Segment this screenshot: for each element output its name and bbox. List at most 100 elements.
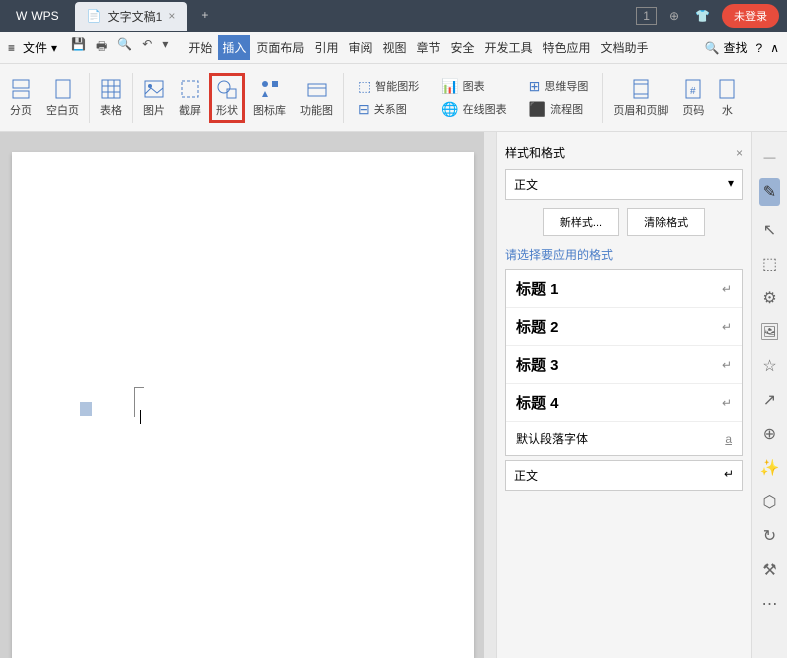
help-icon[interactable]: ? — [756, 41, 763, 55]
select-icon[interactable]: ⬚ — [762, 254, 777, 274]
search-icon: 🔍 — [705, 41, 720, 55]
clear-format-button[interactable]: 清除格式 — [627, 208, 705, 236]
app-logo: W WPS — [8, 9, 67, 23]
image-icon — [143, 78, 165, 100]
relation-icon: ⊟ — [358, 101, 370, 118]
shape-button[interactable]: 形状 — [209, 73, 245, 123]
right-sidebar: — ✎ ↖ ⬚ ⚙ 🖼 ☆ ↗ ⊕ ✨ ⬡ ↻ ⚒ ⋯ — [751, 132, 787, 658]
save-icon[interactable]: 💾 — [69, 35, 88, 60]
style-item-heading4[interactable]: 标题 4 ↵ — [506, 384, 742, 422]
style-marker-icon: ↵ — [722, 282, 732, 296]
chevron-down-icon: ▾ — [728, 176, 734, 190]
app-name: WPS — [31, 9, 58, 23]
tab-helper[interactable]: 文档助手 — [597, 35, 653, 60]
watermark-button[interactable]: 水 — [712, 74, 742, 122]
tab-review[interactable]: 审阅 — [344, 35, 376, 60]
smartgraphic-button[interactable]: ⬚智能图形 — [354, 76, 423, 97]
tools-icon[interactable]: ⚒ — [762, 560, 776, 580]
onlinechart-button[interactable]: 🌐在线图表 — [437, 99, 510, 120]
redo-icon[interactable]: ▾ — [160, 35, 170, 60]
chart-button[interactable]: 📊图表 — [437, 76, 488, 97]
pagenum-icon: # — [682, 78, 704, 100]
iconlib-button[interactable]: 图标库 — [247, 74, 292, 122]
star-icon[interactable]: ☆ — [762, 356, 776, 376]
style-item-default-font[interactable]: 默认段落字体 a — [506, 422, 742, 455]
table-button[interactable]: 表格 — [94, 74, 128, 122]
style-select[interactable]: 正文 ▾ — [505, 169, 743, 200]
share-icon[interactable]: ↗ — [763, 390, 776, 410]
group-smart: ⬚智能图形 ⊟关系图 — [348, 72, 429, 124]
vertical-scrollbar[interactable] — [484, 132, 496, 658]
panel-close-icon[interactable]: × — [736, 146, 743, 160]
tab-layout[interactable]: 页面布局 — [252, 35, 308, 60]
style-marker-icon: ↵ — [724, 467, 734, 484]
flowchart-button[interactable]: ⬛流程图 — [525, 99, 587, 120]
style-marker-icon: ↵ — [722, 396, 732, 410]
pagebreak-button[interactable]: 分页 — [4, 74, 38, 122]
cloud-icon[interactable]: ⊕ — [665, 5, 683, 27]
style-list: 标题 1 ↵ 标题 2 ↵ 标题 3 ↵ 标题 4 ↵ 默认段落字体 a — [505, 269, 743, 456]
settings-icon[interactable]: ⚙ — [762, 288, 776, 308]
style-item-heading2[interactable]: 标题 2 ↵ — [506, 308, 742, 346]
screenshot-button[interactable]: 截屏 — [173, 74, 207, 122]
relation-button[interactable]: ⊟关系图 — [354, 99, 411, 120]
tab-bar: 📄 文字文稿1 × + — [75, 2, 637, 31]
tab-security[interactable]: 安全 — [447, 35, 479, 60]
counter-badge[interactable]: 1 — [636, 7, 657, 25]
tab-reference[interactable]: 引用 — [310, 35, 342, 60]
image-button[interactable]: 图片 — [137, 74, 171, 122]
document-area[interactable] — [0, 132, 484, 658]
screenshot-label: 截屏 — [179, 102, 201, 118]
chevron-down-icon: ▾ — [51, 41, 57, 55]
tab-view[interactable]: 视图 — [378, 35, 410, 60]
blankpage-button[interactable]: 空白页 — [40, 74, 85, 122]
cursor-corner-icon — [134, 387, 144, 417]
more-icon[interactable]: ⋯ — [762, 594, 778, 614]
group-chart: 📊图表 🌐在线图表 — [431, 72, 516, 124]
ribbon-tabs: 开始 插入 页面布局 引用 审阅 视图 章节 安全 开发工具 特色应用 文档助手 — [184, 35, 652, 60]
feature-button[interactable]: 功能图 — [294, 74, 339, 122]
document-page[interactable] — [12, 152, 474, 658]
mindmap-button[interactable]: ⊞思维导图 — [525, 76, 593, 97]
tab-start[interactable]: 开始 — [184, 35, 216, 60]
style-item-heading3[interactable]: 标题 3 ↵ — [506, 346, 742, 384]
file-menu[interactable]: 文件 ▾ — [17, 35, 63, 60]
pagebreak-icon — [10, 78, 32, 100]
cursor-icon[interactable]: ↖ — [763, 220, 776, 240]
shape-label: 形状 — [216, 102, 238, 118]
style-item-heading1[interactable]: 标题 1 ↵ — [506, 270, 742, 308]
close-icon[interactable]: × — [168, 9, 175, 23]
shape-icon — [216, 78, 238, 100]
more-icon[interactable]: — — [764, 150, 776, 164]
add-tab-button[interactable]: + — [191, 2, 218, 31]
undo-icon[interactable]: ↶ — [140, 35, 154, 60]
document-tab[interactable]: 📄 文字文稿1 × — [75, 2, 188, 31]
hamburger-icon[interactable]: ≡ — [8, 41, 15, 55]
shield-icon[interactable]: ⬡ — [763, 492, 777, 512]
search-button[interactable]: 🔍 查找 — [705, 39, 748, 56]
preview-icon[interactable]: 🔍 — [115, 35, 134, 60]
pencil-icon[interactable]: ✎ — [759, 178, 780, 206]
link-icon[interactable]: ⊕ — [763, 424, 776, 444]
skin-icon[interactable]: 👕 — [691, 5, 714, 27]
pagenum-button[interactable]: # 页码 — [676, 74, 710, 122]
tab-section[interactable]: 章节 — [412, 35, 444, 60]
headerfooter-button[interactable]: 页眉和页脚 — [607, 74, 674, 122]
print-icon[interactable]: 🖶 — [94, 35, 109, 60]
iconlib-label: 图标库 — [253, 102, 286, 118]
tab-special[interactable]: 特色应用 — [539, 35, 595, 60]
gallery-icon[interactable]: 🖼 — [759, 322, 779, 342]
headerfooter-icon — [630, 78, 652, 100]
titlebar-right: 1 ⊕ 👕 未登录 — [636, 4, 779, 28]
tab-devtools[interactable]: 开发工具 — [481, 35, 537, 60]
current-style-item[interactable]: 正文 ↵ — [505, 460, 743, 491]
style-name: 标题 2 — [516, 316, 559, 337]
collapse-icon[interactable]: ∧ — [770, 41, 779, 55]
group-mind: ⊞思维导图 ⬛流程图 — [519, 72, 599, 124]
history-icon[interactable]: ↻ — [763, 526, 776, 546]
blankpage-icon — [52, 78, 74, 100]
login-button[interactable]: 未登录 — [722, 4, 779, 28]
tab-insert[interactable]: 插入 — [218, 35, 250, 60]
new-style-button[interactable]: 新样式... — [543, 208, 619, 236]
ai-icon[interactable]: ✨ — [760, 458, 780, 478]
